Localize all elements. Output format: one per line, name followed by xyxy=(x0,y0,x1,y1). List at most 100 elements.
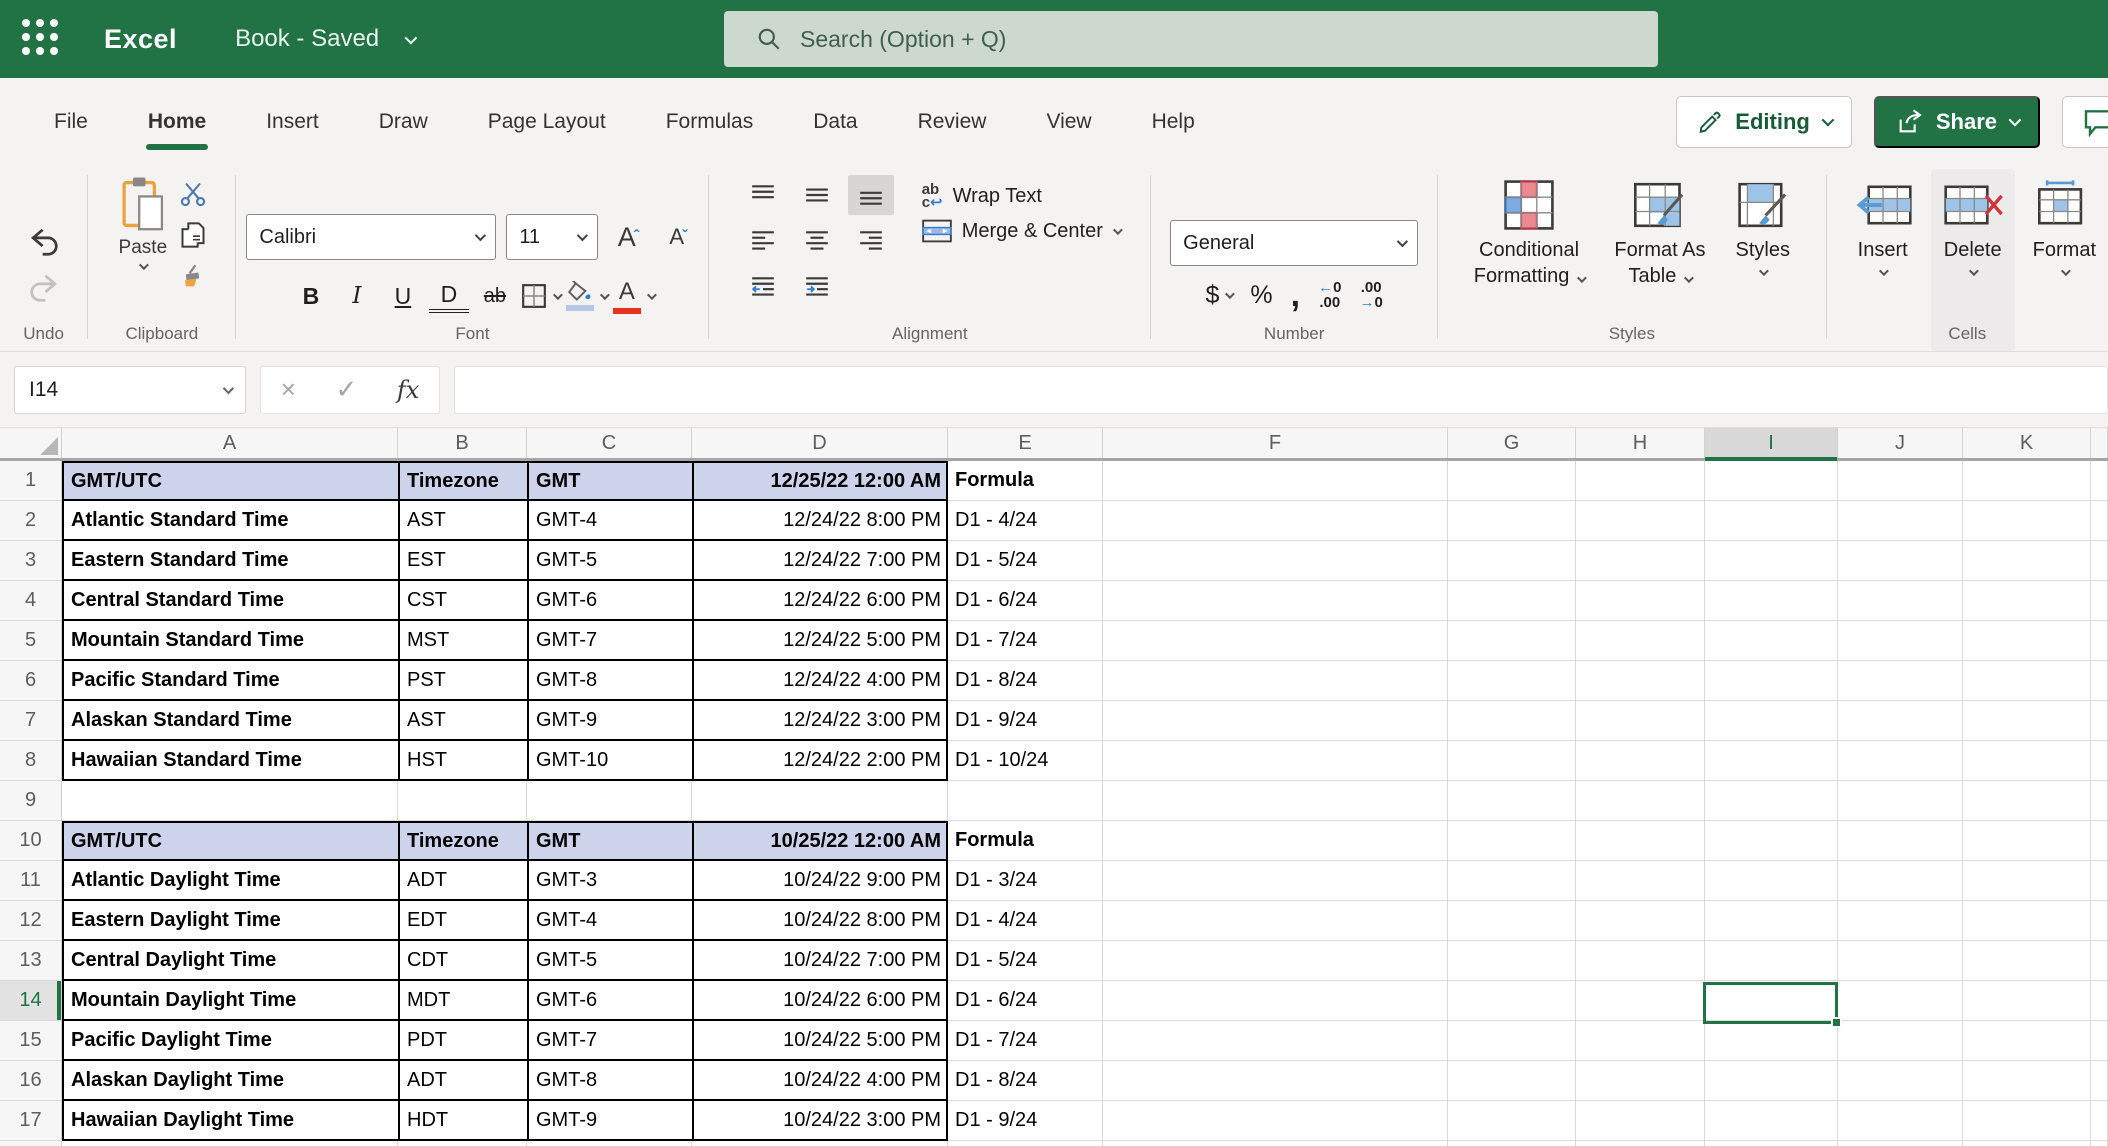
cell-K3[interactable] xyxy=(1963,541,2091,581)
cell-K7[interactable] xyxy=(1963,701,2091,741)
cell-H7[interactable] xyxy=(1576,701,1705,741)
tab-review[interactable]: Review xyxy=(888,90,1017,154)
cell-G10[interactable] xyxy=(1448,821,1576,861)
row-header-17[interactable]: 17 xyxy=(0,1101,62,1141)
cell-K11[interactable] xyxy=(1963,861,2091,901)
cell-J2[interactable] xyxy=(1838,501,1963,541)
tab-formulas[interactable]: Formulas xyxy=(636,90,784,154)
cell-F2[interactable] xyxy=(1103,501,1448,541)
cell-A7[interactable]: Alaskan Standard Time xyxy=(62,701,398,741)
cell-E11[interactable]: D1 - 3/24 xyxy=(948,861,1103,901)
cell-D3[interactable]: 12/24/22 7:00 PM xyxy=(692,541,948,581)
cell-D18[interactable] xyxy=(692,1141,948,1146)
cell-E5[interactable]: D1 - 7/24 xyxy=(948,621,1103,661)
cell-H15[interactable] xyxy=(1576,1021,1705,1061)
cell-K9[interactable] xyxy=(1963,781,2091,821)
cell-F3[interactable] xyxy=(1103,541,1448,581)
cell-J17[interactable] xyxy=(1838,1101,1963,1141)
cell-C5[interactable]: GMT-7 xyxy=(527,621,692,661)
cell-X3[interactable] xyxy=(2091,541,2108,581)
tab-file[interactable]: File xyxy=(24,90,118,154)
row-header-4[interactable]: 4 xyxy=(0,581,62,621)
cell-F13[interactable] xyxy=(1103,941,1448,981)
cell-I8[interactable] xyxy=(1705,741,1838,781)
search-input[interactable] xyxy=(782,11,1658,67)
selected-cell-indicator[interactable] xyxy=(1703,982,1842,1028)
column-header-D[interactable]: D xyxy=(692,428,948,458)
cell-H9[interactable] xyxy=(1576,781,1705,821)
cell-J3[interactable] xyxy=(1838,541,1963,581)
column-header-C[interactable]: C xyxy=(527,428,692,458)
tab-draw[interactable]: Draw xyxy=(349,90,458,154)
align-middle-button[interactable] xyxy=(794,175,840,215)
format-painter-button[interactable] xyxy=(179,263,207,291)
cell-C17[interactable]: GMT-9 xyxy=(527,1101,692,1141)
cell-E10[interactable]: Formula xyxy=(948,821,1103,861)
cell-K17[interactable] xyxy=(1963,1101,2091,1141)
cell-B13[interactable]: CDT xyxy=(398,941,527,981)
cell-B17[interactable]: HDT xyxy=(398,1101,527,1141)
cell-C8[interactable]: GMT-10 xyxy=(527,741,692,781)
cell-X15[interactable] xyxy=(2091,1021,2108,1061)
cell-A4[interactable]: Central Standard Time xyxy=(62,581,398,621)
align-center-button[interactable] xyxy=(794,221,840,261)
shrink-font-button[interactable]: Aˇ xyxy=(658,217,698,257)
font-name-combo[interactable]: Calibri xyxy=(246,214,497,260)
formula-input[interactable] xyxy=(454,365,2108,414)
cell-I16[interactable] xyxy=(1705,1061,1838,1101)
cell-X16[interactable] xyxy=(2091,1061,2108,1101)
cell-A17[interactable]: Hawaiian Daylight Time xyxy=(62,1101,398,1141)
cell-K1[interactable] xyxy=(1963,461,2091,501)
cell-X1[interactable] xyxy=(2091,461,2108,501)
cell-E7[interactable]: D1 - 9/24 xyxy=(948,701,1103,741)
tab-view[interactable]: View xyxy=(1016,90,1121,154)
cell-H12[interactable] xyxy=(1576,901,1705,941)
cell-A15[interactable]: Pacific Daylight Time xyxy=(62,1021,398,1061)
cell-C14[interactable]: GMT-6 xyxy=(527,981,692,1021)
cell-H4[interactable] xyxy=(1576,581,1705,621)
cell-C11[interactable]: GMT-3 xyxy=(527,861,692,901)
cell-D5[interactable]: 12/24/22 5:00 PM xyxy=(692,621,948,661)
cell-A11[interactable]: Atlantic Daylight Time xyxy=(62,861,398,901)
cell-H11[interactable] xyxy=(1576,861,1705,901)
cell-G1[interactable] xyxy=(1448,461,1576,501)
share-button[interactable]: Share xyxy=(1873,95,2040,148)
cell-F7[interactable] xyxy=(1103,701,1448,741)
cell-B12[interactable]: EDT xyxy=(398,901,527,941)
cell-X4[interactable] xyxy=(2091,581,2108,621)
cell-I3[interactable] xyxy=(1705,541,1838,581)
cell-E16[interactable]: D1 - 8/24 xyxy=(948,1061,1103,1101)
fill-handle[interactable] xyxy=(1831,1017,1842,1028)
align-right-button[interactable] xyxy=(848,221,894,261)
cell-G15[interactable] xyxy=(1448,1021,1576,1061)
undo-button[interactable] xyxy=(27,227,61,257)
cell-D6[interactable]: 12/24/22 4:00 PM xyxy=(692,661,948,701)
cell-I17[interactable] xyxy=(1705,1101,1838,1141)
cell-X14[interactable] xyxy=(2091,981,2108,1021)
cell-F12[interactable] xyxy=(1103,901,1448,941)
confirm-entry-icon[interactable]: ✓ xyxy=(335,374,357,405)
cell-B2[interactable]: AST xyxy=(398,501,527,541)
currency-format-button[interactable]: $ xyxy=(1206,281,1236,310)
cell-I7[interactable] xyxy=(1705,701,1838,741)
row-header-6[interactable]: 6 xyxy=(0,661,62,701)
cell-B16[interactable]: ADT xyxy=(398,1061,527,1101)
cell-C6[interactable]: GMT-8 xyxy=(527,661,692,701)
cell-H13[interactable] xyxy=(1576,941,1705,981)
cell-I5[interactable] xyxy=(1705,621,1838,661)
row-header-12[interactable]: 12 xyxy=(0,901,62,941)
cell-F9[interactable] xyxy=(1103,781,1448,821)
comments-button[interactable] xyxy=(2062,95,2108,148)
cut-button[interactable] xyxy=(179,181,207,207)
grow-font-button[interactable]: Aˆ xyxy=(608,217,648,257)
cell-F11[interactable] xyxy=(1103,861,1448,901)
cell-X8[interactable] xyxy=(2091,741,2108,781)
cell-C9[interactable] xyxy=(527,781,692,821)
cell-G6[interactable] xyxy=(1448,661,1576,701)
cell-F8[interactable] xyxy=(1103,741,1448,781)
cell-E9[interactable] xyxy=(948,781,1103,821)
cell-J9[interactable] xyxy=(1838,781,1963,821)
cell-A6[interactable]: Pacific Standard Time xyxy=(62,661,398,701)
cell-H3[interactable] xyxy=(1576,541,1705,581)
copy-button[interactable] xyxy=(179,221,207,249)
